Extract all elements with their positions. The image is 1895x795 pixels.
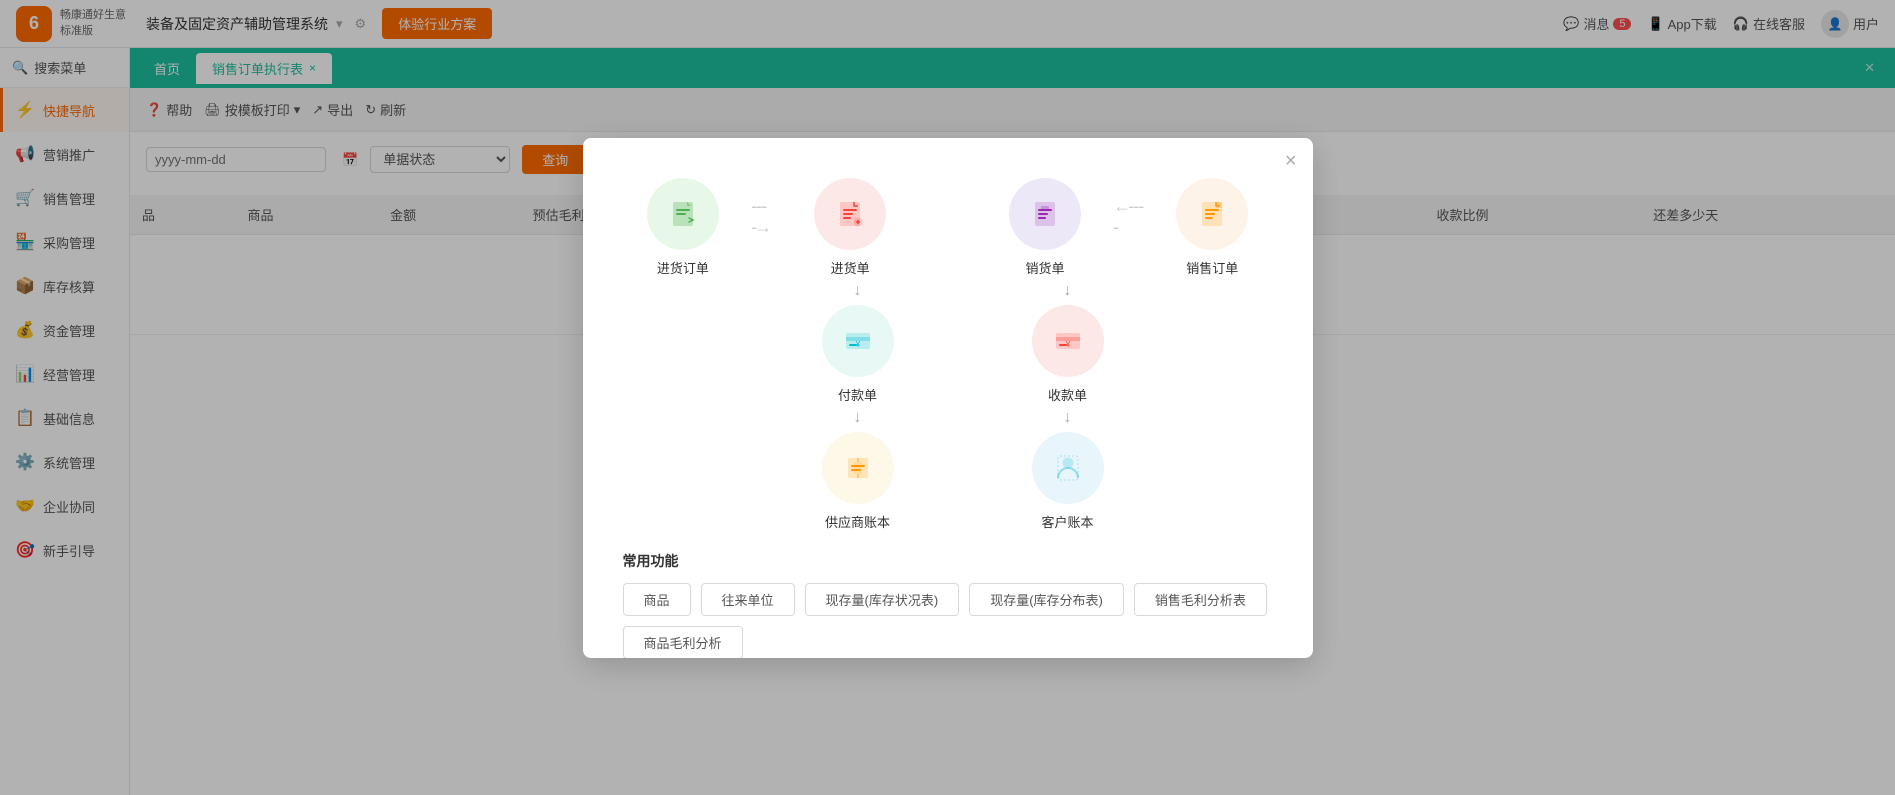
flow-node-sales-bill: 销货单 (985, 178, 1106, 277)
svg-text:¥: ¥ (1064, 340, 1070, 349)
flow-arrows-row2: ↓ ↓ (623, 404, 1273, 432)
sales-bill-icon (1009, 178, 1081, 250)
func-btn-product-profit[interactable]: 商品毛利分析 (623, 626, 743, 658)
modal-overlay[interactable]: × 进货订单 (0, 0, 1895, 795)
flow-row-top: 进货订单 - - - -→ (623, 178, 1273, 277)
purchase-order-icon (647, 178, 719, 250)
svg-text:¥: ¥ (854, 340, 860, 349)
flow-arrows-row: ↓ ↓ (623, 277, 1273, 305)
flow-node-supplier-account: 供应商账本 (793, 432, 923, 531)
arrow-2-icon: ←- - - - (1105, 196, 1152, 258)
arrow-down-purchase: ↓ (793, 277, 923, 305)
supplier-account-icon (822, 432, 894, 504)
func-btn-inventory-status[interactable]: 现存量(库存状况表) (805, 583, 960, 616)
purchase-bill-icon (814, 178, 886, 250)
modal-scroll-area[interactable]: 进货订单 - - - -→ (583, 138, 1313, 658)
arrow-down-sales: ↓ (1003, 277, 1133, 305)
sales-order-icon (1176, 178, 1248, 250)
flow-node-customer-account: 客户账本 (1003, 432, 1133, 531)
common-functions-area: 常用功能 商品 往来单位 现存量(库存状况表) 现存量(库存分布表) 销售毛利分… (583, 551, 1313, 658)
receipt-bill-icon: ¥ (1032, 305, 1104, 377)
arrow-down-payment: ↓ (793, 404, 923, 432)
func-btn-inventory-dist[interactable]: 现存量(库存分布表) (969, 583, 1124, 616)
flow-node-sales-order: 销售订单 (1152, 178, 1273, 277)
func-btn-sales-profit[interactable]: 销售毛利分析表 (1134, 583, 1267, 616)
func-btn-product[interactable]: 商品 (623, 583, 691, 616)
arrow-1-icon: - - - -→ (743, 196, 790, 258)
flow-row-bot: 供应商账本 客户账本 (623, 432, 1273, 531)
flow-node-purchase-bill: 进货单 (790, 178, 911, 277)
func-btn-row-1: 商品 往来单位 现存量(库存状况表) 现存量(库存分布表) 销售毛利分析表 商品… (623, 583, 1273, 658)
flow-diagram: 进货订单 - - - -→ (583, 138, 1313, 551)
payment-bill-icon: ¥ (822, 305, 894, 377)
flow-node-receipt-bill: ¥ 收款单 (1003, 305, 1133, 404)
arrow-down-receipt: ↓ (1003, 404, 1133, 432)
func-btn-partners[interactable]: 往来单位 (701, 583, 795, 616)
flow-row-mid: ¥ 付款单 ¥ (623, 305, 1273, 404)
flow-node-purchase-order: 进货订单 (623, 178, 744, 277)
flow-modal: × 进货订单 (583, 138, 1313, 658)
customer-account-icon (1032, 432, 1104, 504)
flow-node-payment-bill: ¥ 付款单 (793, 305, 923, 404)
common-func-title: 常用功能 (623, 551, 1273, 571)
modal-close-button[interactable]: × (1285, 150, 1297, 173)
